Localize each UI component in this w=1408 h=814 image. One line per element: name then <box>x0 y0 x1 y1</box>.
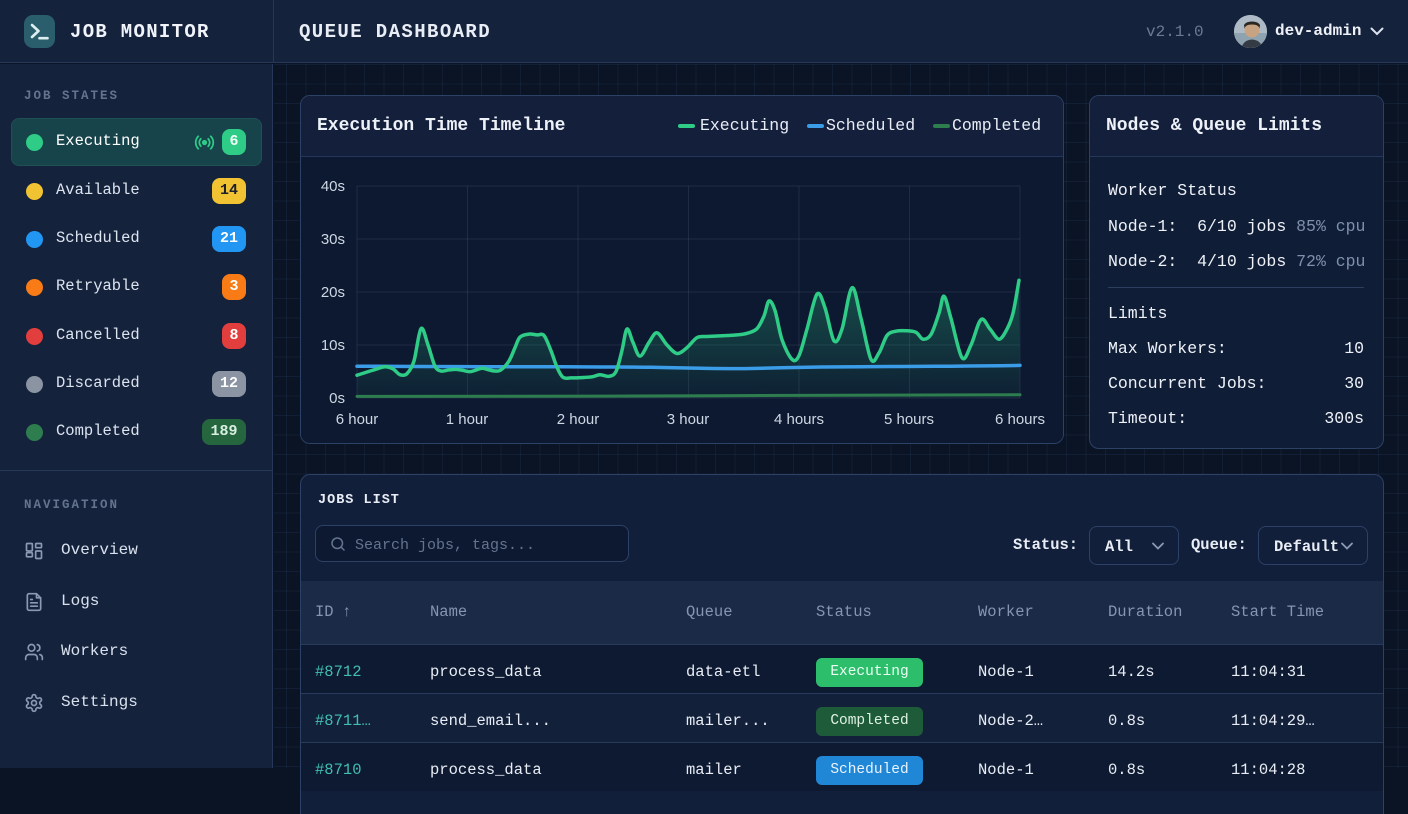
svg-text:6 hour: 6 hour <box>336 411 379 428</box>
svg-text:6 hours: 6 hours <box>995 411 1045 428</box>
svg-text:30s: 30s <box>321 231 345 248</box>
svg-text:20s: 20s <box>321 284 345 301</box>
svg-text:2 hour: 2 hour <box>557 411 600 428</box>
svg-text:3 hour: 3 hour <box>667 411 710 428</box>
svg-text:40s: 40s <box>321 178 345 195</box>
svg-text:4 hours: 4 hours <box>774 411 824 428</box>
svg-text:1 hour: 1 hour <box>446 411 489 428</box>
svg-text:5 hours: 5 hours <box>884 411 934 428</box>
svg-text:0s: 0s <box>329 390 345 407</box>
svg-text:10s: 10s <box>321 337 345 354</box>
